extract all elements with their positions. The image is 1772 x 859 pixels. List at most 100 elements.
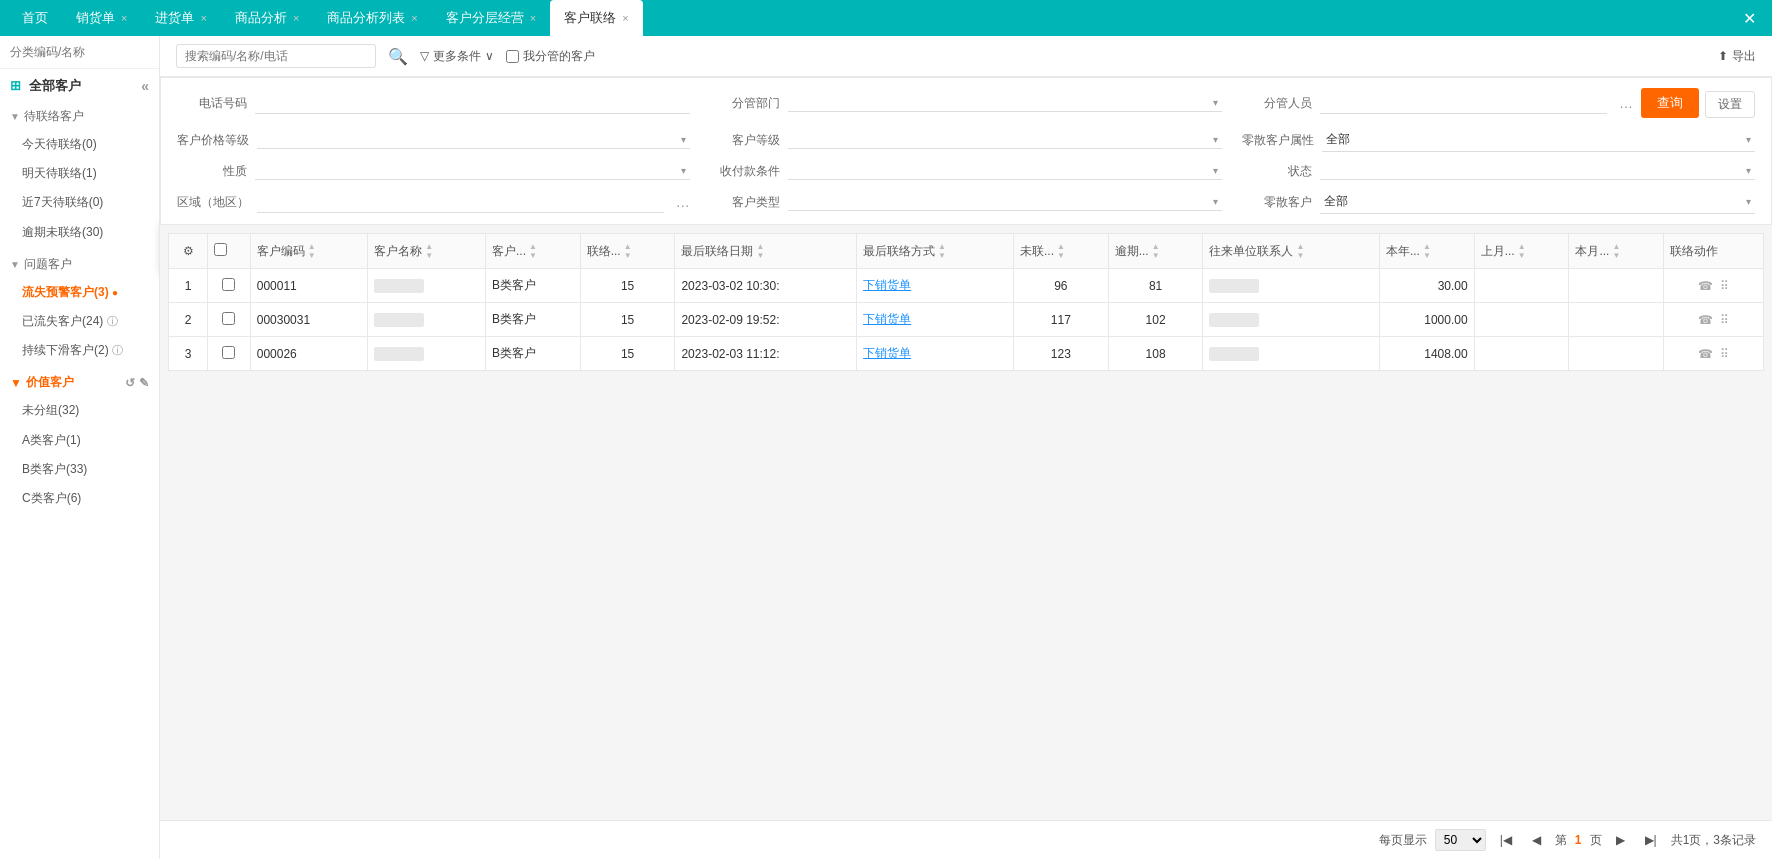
sort-year-amount[interactable]: ▲▼	[1423, 242, 1431, 260]
row-contact-action[interactable]: ☎ ⠿	[1664, 303, 1764, 337]
row-checkbox[interactable]	[222, 312, 235, 325]
status-select[interactable]: ▾	[1320, 162, 1755, 180]
nav-sales-order[interactable]: 销货单 ×	[62, 0, 141, 36]
zero-customer-select[interactable]: 全部 ▾	[1320, 190, 1755, 214]
col-customer-code[interactable]: 客户编码 ▲▼	[250, 234, 368, 269]
sidebar-search-input[interactable]	[10, 45, 160, 59]
close-customer-contact[interactable]: ×	[622, 12, 628, 24]
select-all-checkbox[interactable]	[214, 243, 227, 256]
region-input[interactable]	[257, 192, 664, 213]
col-year-amount[interactable]: 本年... ▲▼	[1379, 234, 1474, 269]
col-uncontacted[interactable]: 未联... ▲▼	[1013, 234, 1108, 269]
nav-home[interactable]: 首页	[8, 0, 62, 36]
my-customers-checkbox-label[interactable]: 我分管的客户	[506, 48, 595, 65]
close-purchase-order[interactable]: ×	[200, 12, 206, 24]
sort-uncontacted[interactable]: ▲▼	[1057, 242, 1065, 260]
col-last-contact-method[interactable]: 最后联络方式 ▲▼	[857, 234, 1014, 269]
col-contact-count[interactable]: 联络... ▲▼	[580, 234, 675, 269]
col-last-month[interactable]: 上月... ▲▼	[1474, 234, 1569, 269]
col-customer-type[interactable]: 客户... ▲▼	[485, 234, 580, 269]
per-page-select[interactable]: 50 20 100	[1435, 829, 1486, 851]
row-last-contact-method[interactable]: 下销货单	[857, 303, 1014, 337]
col-this-month[interactable]: 本月... ▲▼	[1569, 234, 1664, 269]
nature-select[interactable]: ▾	[255, 162, 690, 180]
search-input[interactable]	[176, 44, 376, 68]
more-conditions-button[interactable]: ▽ 更多条件 ∨	[420, 48, 494, 65]
nav-product-analysis-list[interactable]: 商品分析列表 ×	[313, 0, 431, 36]
sort-overdue[interactable]: ▲▼	[1152, 242, 1160, 260]
sort-customer-type[interactable]: ▲▼	[529, 242, 537, 260]
query-button[interactable]: 查询	[1641, 88, 1699, 118]
manager-more-icon[interactable]: …	[1619, 95, 1633, 111]
phone-input[interactable]	[255, 93, 690, 114]
sidebar-item-b-class[interactable]: B类客户(33)	[0, 455, 159, 484]
col-last-contact-date[interactable]: 最后联络日期 ▲▼	[675, 234, 857, 269]
sort-customer-code[interactable]: ▲▼	[308, 242, 316, 260]
close-product-analysis-list[interactable]: ×	[411, 12, 417, 24]
sidebar-group-value-title[interactable]: ▼ 价值客户 ↺ ✎	[0, 369, 159, 396]
sidebar-group-pending-title[interactable]: ▼ 待联络客户	[0, 103, 159, 130]
dept-select[interactable]: ▾	[788, 94, 1223, 112]
row-contact-action[interactable]: ☎ ⠿	[1664, 269, 1764, 303]
next-last-button[interactable]: ▶|	[1639, 831, 1663, 849]
sort-last-month[interactable]: ▲▼	[1518, 242, 1526, 260]
sidebar-item-c-class[interactable]: C类客户(6)	[0, 484, 159, 513]
row-checkbox-cell[interactable]	[208, 337, 251, 371]
region-more-icon[interactable]: …	[676, 194, 690, 210]
refresh-icon[interactable]: ↺	[125, 376, 135, 390]
sidebar-item-overdue[interactable]: 逾期未联络(30)	[0, 218, 159, 247]
row-checkbox-cell[interactable]	[208, 269, 251, 303]
contact-icon[interactable]: ☎	[1698, 347, 1713, 361]
export-button[interactable]: ⬆ 导出	[1718, 48, 1756, 65]
col-overdue[interactable]: 逾期... ▲▼	[1108, 234, 1203, 269]
col-customer-name[interactable]: 客户名称 ▲▼	[368, 234, 486, 269]
sort-last-contact-date[interactable]: ▲▼	[756, 242, 764, 260]
manager-input[interactable]	[1320, 93, 1607, 114]
close-customer-stratification[interactable]: ×	[530, 12, 536, 24]
prev-first-button[interactable]: |◀	[1494, 831, 1518, 849]
nav-customer-contact[interactable]: 客户联络 ×	[550, 0, 642, 36]
row-contact-action[interactable]: ☎ ⠿	[1664, 337, 1764, 371]
row-checkbox-cell[interactable]	[208, 303, 251, 337]
sort-last-contact-method[interactable]: ▲▼	[938, 242, 946, 260]
payment-select[interactable]: ▾	[788, 162, 1223, 180]
sidebar-item-churned[interactable]: 已流失客户(24) ⓘ	[0, 307, 159, 336]
my-customers-checkbox[interactable]	[506, 50, 519, 63]
row-last-contact-method[interactable]: 下销货单	[857, 337, 1014, 371]
row-checkbox[interactable]	[222, 346, 235, 359]
price-level-select[interactable]: ▾	[257, 131, 690, 149]
prev-button[interactable]: ◀	[1526, 831, 1547, 849]
sort-contact-count[interactable]: ▲▼	[624, 242, 632, 260]
settings-button[interactable]: 设置	[1705, 91, 1755, 118]
contact-icon[interactable]: ☎	[1698, 313, 1713, 327]
sidebar-group-problem-title[interactable]: ▼ 问题客户	[0, 251, 159, 278]
window-close-button[interactable]: ✕	[1735, 9, 1764, 28]
sort-customer-name[interactable]: ▲▼	[425, 242, 433, 260]
more-action-icon[interactable]: ⠿	[1720, 347, 1729, 361]
sort-this-month[interactable]: ▲▼	[1612, 242, 1620, 260]
sidebar-item-churn-warning[interactable]: 流失预警客户(3) ●	[0, 278, 159, 307]
sidebar-item-ungroup[interactable]: 未分组(32)	[0, 396, 159, 425]
nav-purchase-order[interactable]: 进货单 ×	[141, 0, 220, 36]
sort-contact-person[interactable]: ▲▼	[1296, 242, 1304, 260]
row-checkbox[interactable]	[222, 278, 235, 291]
nav-customer-stratification[interactable]: 客户分层经营 ×	[432, 0, 550, 36]
sidebar-item-tomorrow[interactable]: 明天待联络(1)	[0, 159, 159, 188]
customer-level-select[interactable]: ▾	[788, 131, 1223, 149]
close-sales-order[interactable]: ×	[121, 12, 127, 24]
zero-attr-select[interactable]: 全部 ▾	[1322, 128, 1755, 152]
sidebar-item-declining[interactable]: 持续下滑客户(2) ⓘ	[0, 336, 159, 365]
col-checkbox-header[interactable]	[208, 234, 251, 269]
customer-type-select[interactable]: ▾	[788, 193, 1223, 211]
contact-icon[interactable]: ☎	[1698, 279, 1713, 293]
col-contact-person[interactable]: 往来单位联系人 ▲▼	[1203, 234, 1379, 269]
edit-icon[interactable]: ✎	[139, 376, 149, 390]
close-product-analysis[interactable]: ×	[293, 12, 299, 24]
more-action-icon[interactable]: ⠿	[1720, 313, 1729, 327]
sidebar-item-today[interactable]: 今天待联络(0)	[0, 130, 159, 159]
col-settings[interactable]: ⚙	[169, 234, 208, 269]
sidebar-item-7days[interactable]: 近7天待联络(0)	[0, 188, 159, 217]
sidebar-all-customers[interactable]: ⊞ 全部客户 «	[0, 69, 159, 103]
sidebar-collapse-button[interactable]: «	[141, 78, 149, 94]
more-action-icon[interactable]: ⠿	[1720, 279, 1729, 293]
